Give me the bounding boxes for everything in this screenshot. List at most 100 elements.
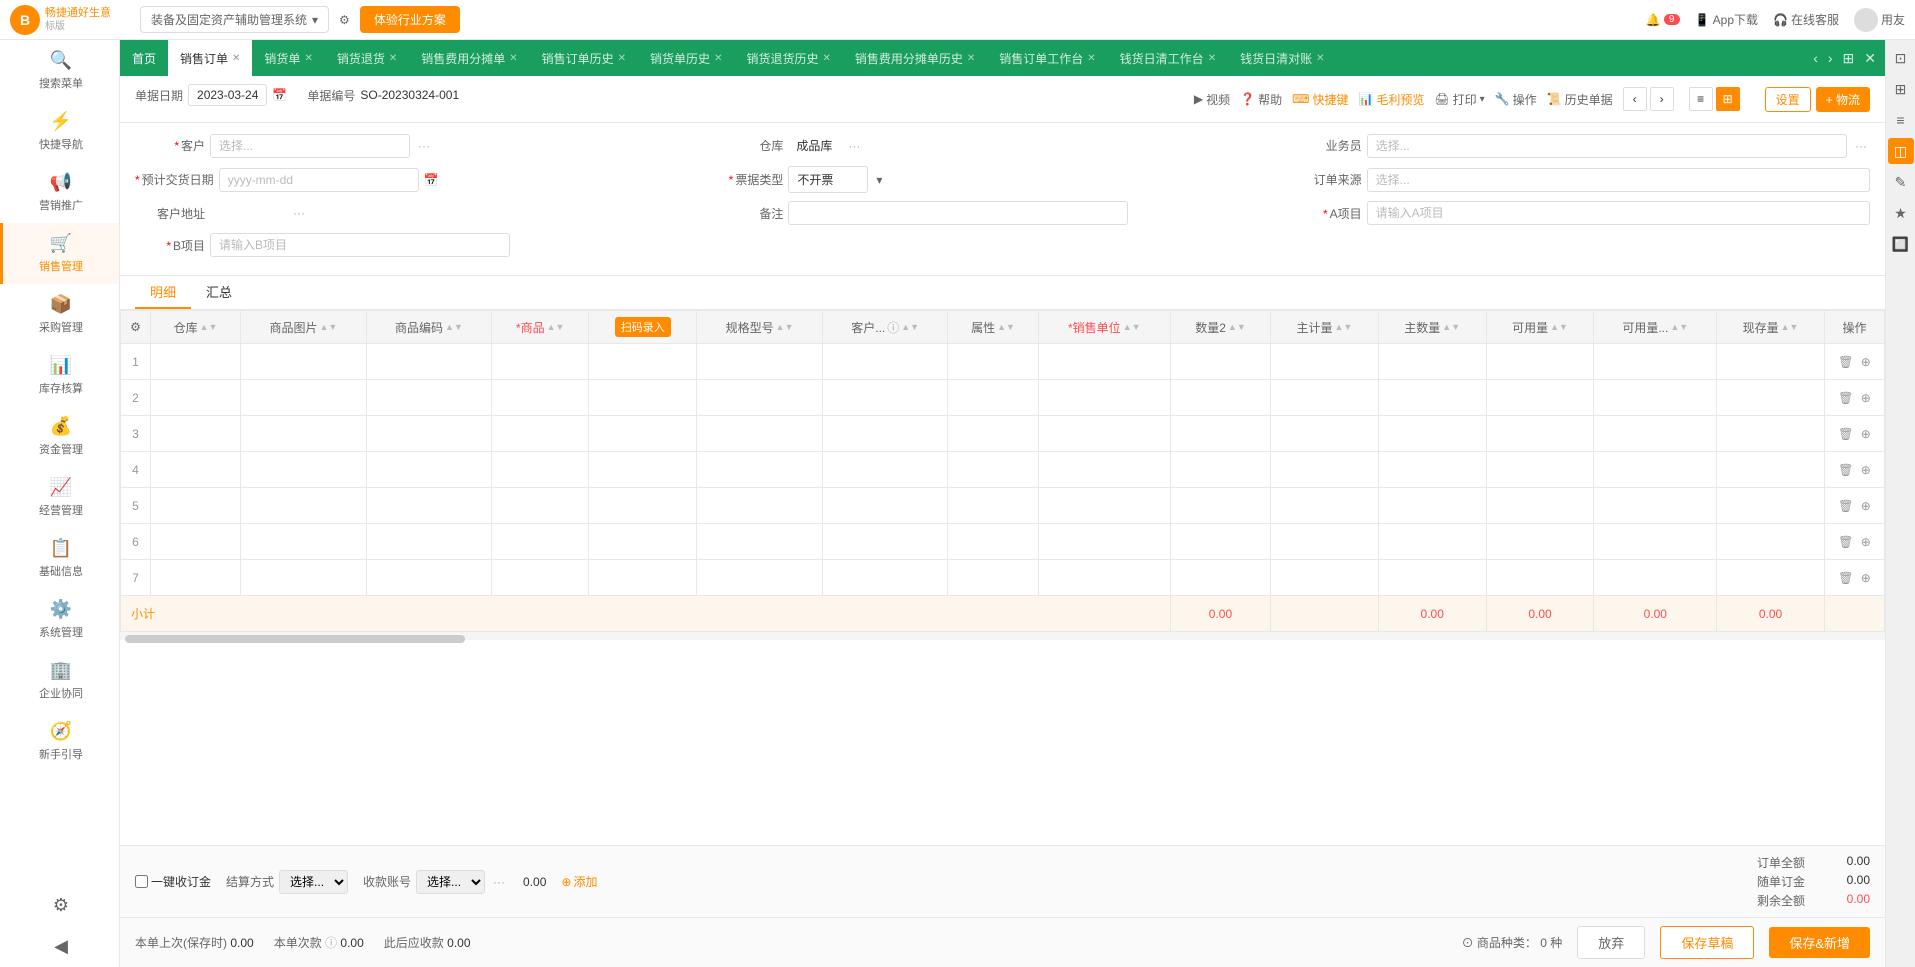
row-5-spec[interactable] — [697, 488, 823, 524]
row-5-customer-code[interactable] — [822, 488, 948, 524]
calendar2-icon[interactable]: 📅 — [424, 173, 439, 187]
row-1-attribute[interactable] — [948, 344, 1038, 380]
calendar-icon[interactable]: 📅 — [272, 88, 287, 102]
scroll-thumb[interactable] — [125, 635, 465, 643]
row-6-main-qty[interactable] — [1378, 524, 1486, 560]
pager-prev-btn[interactable]: ‹ — [1623, 87, 1647, 111]
tab-sales-refund-close[interactable]: ✕ — [389, 53, 397, 64]
row-5-main-unit[interactable] — [1270, 488, 1378, 524]
shortcut-btn[interactable]: ⌨ 快捷键 — [1292, 91, 1348, 108]
row-3-customer-code[interactable] — [822, 416, 948, 452]
tab-cash-workbench[interactable]: 钱货日清工作台 ✕ — [1108, 40, 1228, 76]
customer-code-info-icon[interactable]: ⓘ — [887, 319, 899, 336]
sidebar-item-search[interactable]: 🔍 搜索菜单 — [0, 40, 119, 101]
row-2-copy-icon[interactable]: ⊕ — [1859, 389, 1873, 407]
tab-sales-return-close[interactable]: ✕ — [304, 53, 312, 64]
customer-input[interactable] — [210, 134, 410, 158]
row-1-unit[interactable] — [1038, 344, 1170, 380]
row-7-code[interactable] — [366, 560, 492, 596]
sidebar-item-system[interactable]: ⚙️ 系统管理 — [0, 589, 119, 650]
row-6-spec[interactable] — [697, 524, 823, 560]
row-6-customer-code[interactable] — [822, 524, 948, 560]
row-7-product[interactable] — [492, 560, 589, 596]
row-5-attribute[interactable] — [948, 488, 1038, 524]
row-6-warehouse[interactable] — [151, 524, 241, 560]
row-6-unit[interactable] — [1038, 524, 1170, 560]
row-1-code[interactable] — [366, 344, 492, 380]
row-4-copy-icon[interactable]: ⊕ — [1859, 461, 1873, 479]
row-2-delete-icon[interactable]: 🗑 — [1836, 389, 1855, 407]
add-logistics-button[interactable]: + 物流 — [1816, 87, 1870, 112]
row-6-code[interactable] — [366, 524, 492, 560]
row-7-qty2[interactable] — [1171, 560, 1271, 596]
row-1-main-qty[interactable] — [1378, 344, 1486, 380]
tab-fee-history-close[interactable]: ✕ — [967, 53, 975, 64]
sidebar-item-operations[interactable]: 📈 经营管理 — [0, 467, 119, 528]
sidebar-item-finance[interactable]: 💰 资金管理 — [0, 406, 119, 467]
right-icon-7[interactable]: 🔲 — [1888, 231, 1914, 257]
grid-view-btn[interactable]: ⊞ — [1716, 87, 1740, 111]
row-2-unit[interactable] — [1038, 380, 1170, 416]
row-4-code[interactable] — [366, 452, 492, 488]
warehouse-dots-icon[interactable]: ··· — [845, 139, 863, 153]
right-icon-2[interactable]: ⊞ — [1888, 76, 1914, 102]
notification-item[interactable]: 🔔 9 — [1646, 13, 1680, 27]
salesman-input[interactable] — [1367, 134, 1847, 158]
tab-summary-detail[interactable]: 汇总 — [191, 276, 247, 309]
row-3-qty2[interactable] — [1171, 416, 1271, 452]
one-click-checkout-checkbox[interactable]: 一键收订金 — [135, 873, 211, 890]
row-7-warehouse[interactable] — [151, 560, 241, 596]
row-6-attribute[interactable] — [948, 524, 1038, 560]
order-source-input[interactable] — [1367, 168, 1870, 192]
right-icon-6[interactable]: ★ — [1888, 200, 1914, 226]
sidebar-item-basic[interactable]: 📋 基础信息 — [0, 528, 119, 589]
history-btn[interactable]: 📜 历史单据 — [1547, 91, 1613, 108]
nav-more-icon[interactable]: ⊞ — [1839, 48, 1859, 69]
row-4-qty2[interactable] — [1171, 452, 1271, 488]
row-7-customer-code[interactable] — [822, 560, 948, 596]
row-4-customer-code[interactable] — [822, 452, 948, 488]
tab-order-workbench[interactable]: 销售订单工作台 ✕ — [987, 40, 1107, 76]
sidebar-item-sales[interactable]: 🛒 销售管理 — [0, 223, 119, 284]
profit-btn[interactable]: 📊 毛利预览 — [1358, 91, 1424, 108]
row-1-spec[interactable] — [697, 344, 823, 380]
help-btn[interactable]: ❓ 帮助 — [1240, 91, 1282, 108]
tab-fee-split[interactable]: 销售费用分摊单 ✕ — [409, 40, 529, 76]
tab-fee-history[interactable]: 销售费用分摊单历史 ✕ — [843, 40, 987, 76]
pager-next-btn[interactable]: › — [1650, 87, 1674, 111]
row-1-copy-icon[interactable]: ⊕ — [1859, 353, 1873, 371]
tab-order-history[interactable]: 销售订单历史 ✕ — [530, 40, 638, 76]
add-payment-btn[interactable]: ⊕ 添加 — [561, 873, 597, 890]
row-5-delete-icon[interactable]: 🗑 — [1836, 497, 1855, 515]
row-2-main-qty[interactable] — [1378, 380, 1486, 416]
row-6-product[interactable] — [492, 524, 589, 560]
row-2-spec[interactable] — [697, 380, 823, 416]
bill-date-value[interactable]: 2023-03-24 — [188, 84, 267, 106]
sidebar-item-settings[interactable]: ⚙ — [0, 885, 119, 926]
row-5-code[interactable] — [366, 488, 492, 524]
nav-next-arrow[interactable]: › — [1824, 48, 1837, 68]
save-draft-button[interactable]: 保存草稿 — [1660, 926, 1754, 959]
row-7-attribute[interactable] — [948, 560, 1038, 596]
list-view-btn[interactable]: ≡ — [1689, 87, 1713, 111]
right-icon-3[interactable]: ≡ — [1888, 107, 1914, 133]
remark-input[interactable] — [788, 201, 1128, 225]
online-support-item[interactable]: 🎧 在线客服 — [1773, 11, 1839, 28]
tab-detail[interactable]: 明细 — [135, 276, 191, 309]
tab-refund-history[interactable]: 销货退货历史 ✕ — [734, 40, 842, 76]
row-3-code[interactable] — [366, 416, 492, 452]
row-1-main-unit[interactable] — [1270, 344, 1378, 380]
row-7-main-qty[interactable] — [1378, 560, 1486, 596]
row-5-product[interactable] — [492, 488, 589, 524]
row-3-warehouse[interactable] — [151, 416, 241, 452]
address-dots-icon[interactable]: ··· — [290, 206, 308, 220]
discard-button[interactable]: 放弃 — [1577, 926, 1645, 959]
row-4-main-qty[interactable] — [1378, 452, 1486, 488]
print-btn[interactable]: 🖨 打印 ▾ — [1434, 91, 1484, 108]
right-icon-1[interactable]: ⊡ — [1888, 45, 1914, 71]
row-5-copy-icon[interactable]: ⊕ — [1859, 497, 1873, 515]
row-1-delete-icon[interactable]: 🗑 — [1836, 353, 1855, 371]
nav-close-all-icon[interactable]: ✕ — [1860, 48, 1880, 69]
b-project-input[interactable] — [210, 233, 510, 257]
solution-button[interactable]: 体验行业方案 — [360, 6, 460, 33]
